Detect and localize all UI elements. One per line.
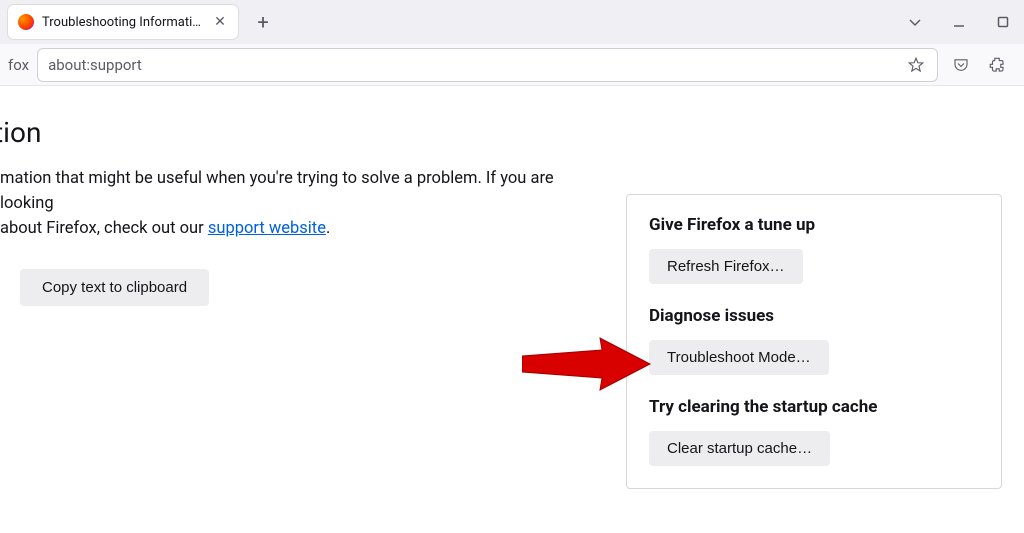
window-controls (902, 0, 1016, 44)
pocket-icon[interactable] (950, 54, 972, 76)
bookmark-star-icon[interactable] (905, 54, 927, 76)
cache-heading: Try clearing the startup cache (649, 397, 979, 417)
page-content: tion mation that might be useful when yo… (0, 86, 1024, 533)
troubleshoot-mode-button[interactable]: Troubleshoot Mode… (649, 340, 829, 375)
main-column: tion mation that might be useful when yo… (0, 116, 600, 306)
support-website-link[interactable]: support website (208, 219, 326, 238)
browser-tab[interactable]: Troubleshooting Information ✕ (8, 5, 238, 39)
intro-line1: mation that might be useful when you're … (0, 169, 554, 213)
side-panel: Give Firefox a tune up Refresh Firefox… … (626, 194, 1002, 489)
url-bar[interactable]: about:support (37, 48, 938, 82)
diagnose-heading: Diagnose issues (649, 306, 979, 326)
tab-strip: Troubleshooting Information ✕ + (0, 0, 1024, 44)
tab-title: Troubleshooting Information (42, 15, 204, 30)
intro-line2-prefix: about Firefox, check out our (0, 219, 208, 238)
minimize-button[interactable] (946, 9, 972, 35)
toolbar: fox about:support (0, 44, 1024, 86)
url-prefix-fragment: fox (8, 56, 33, 74)
clear-startup-cache-button[interactable]: Clear startup cache… (649, 431, 830, 466)
copy-text-button[interactable]: Copy text to clipboard (20, 269, 209, 306)
url-text[interactable]: about:support (48, 56, 905, 74)
intro-text: mation that might be useful when you're … (0, 167, 600, 241)
tuneup-heading: Give Firefox a tune up (649, 215, 979, 235)
close-tab-icon[interactable]: ✕ (212, 14, 228, 30)
new-tab-button[interactable]: + (248, 7, 278, 37)
firefox-favicon (18, 14, 34, 30)
maximize-button[interactable] (990, 9, 1016, 35)
tab-list-chevron-icon[interactable] (902, 9, 928, 35)
toolbar-right (942, 54, 1016, 76)
extensions-icon[interactable] (986, 54, 1008, 76)
refresh-firefox-button[interactable]: Refresh Firefox… (649, 249, 803, 284)
page-title: tion (0, 116, 600, 149)
